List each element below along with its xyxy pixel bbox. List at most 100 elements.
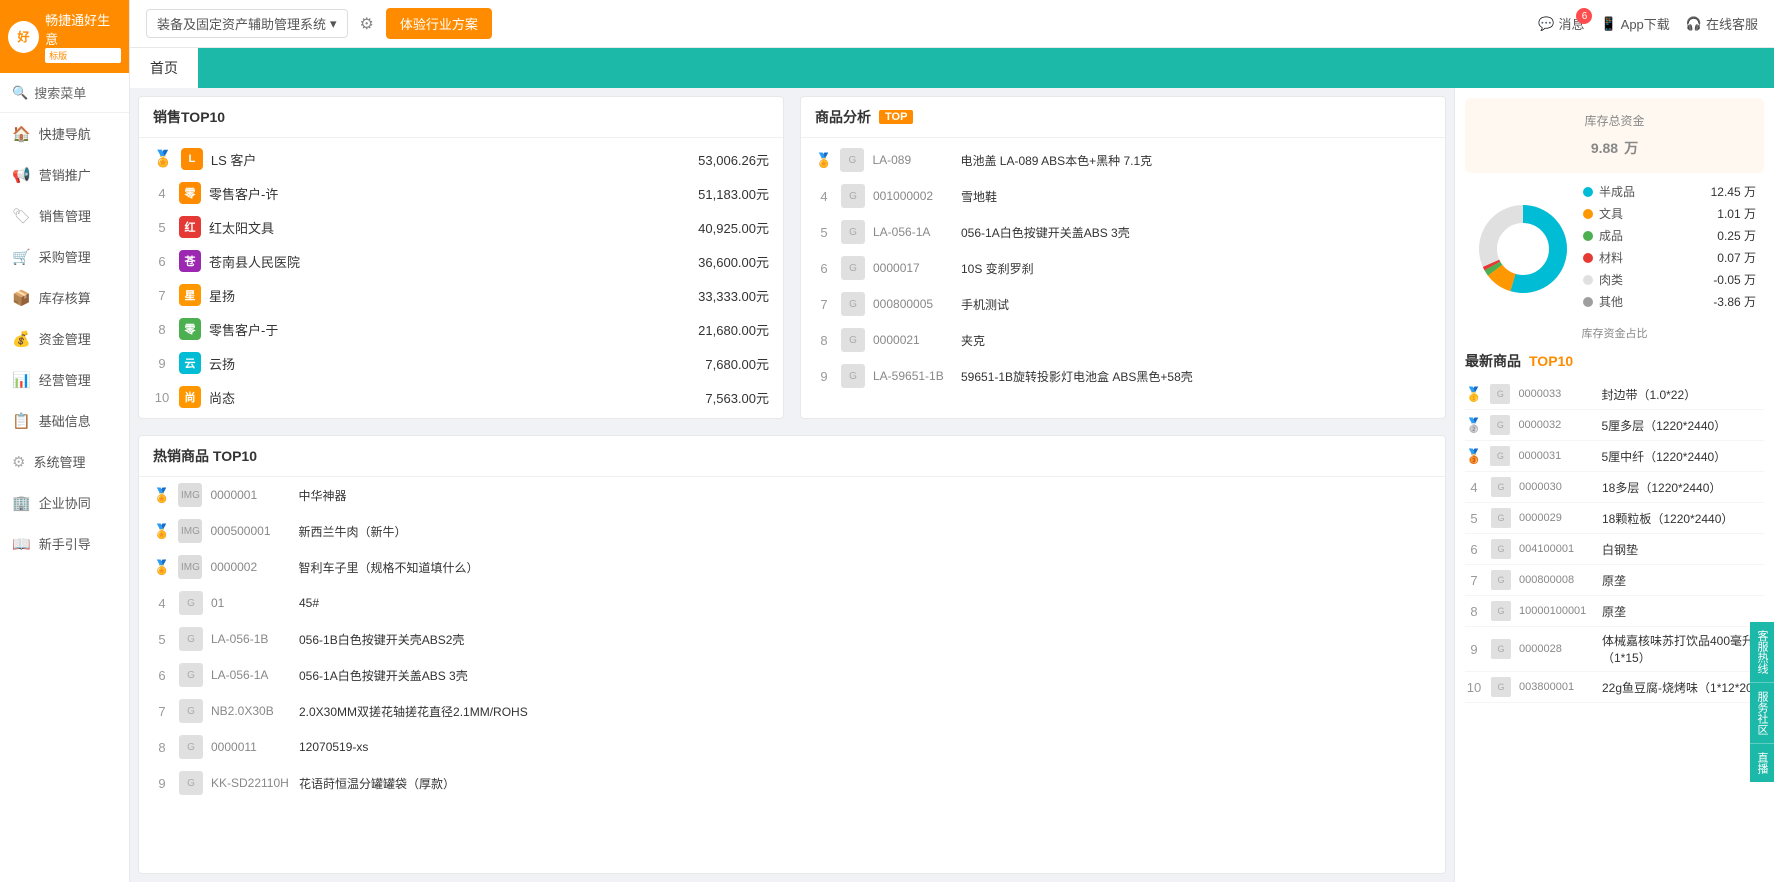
product-name: 45# bbox=[299, 596, 1431, 610]
tab-home[interactable]: 首页 bbox=[130, 48, 198, 88]
new-product-row: 🥉G00000315厘中纤（1220*2440） bbox=[1465, 441, 1764, 472]
sidebar-item-purchase[interactable]: 🛒采购管理 bbox=[0, 236, 129, 277]
customer-name: 零售客户-许 bbox=[209, 184, 690, 203]
legend-label: 材料 bbox=[1599, 249, 1711, 266]
legend-label: 肉类 bbox=[1599, 271, 1707, 288]
float-buttons: 客服热线服务社区直播 bbox=[1750, 622, 1774, 782]
customer-panel-header: 销售TOP10 bbox=[139, 97, 783, 138]
message-icon: 💬 bbox=[1538, 16, 1554, 32]
product-code: 000500001 bbox=[210, 524, 290, 538]
new-product-thumb: G bbox=[1490, 446, 1510, 466]
customer-amount: 51,183.00元 bbox=[698, 184, 769, 203]
customer-amount: 53,006.26元 bbox=[698, 150, 769, 169]
legend-dot bbox=[1583, 275, 1593, 285]
app-download-label: App下载 bbox=[1621, 14, 1670, 33]
product-code: LA-089 bbox=[872, 153, 952, 167]
legend-value: -3.86 万 bbox=[1713, 293, 1756, 310]
hot-product-row: 4G0145# bbox=[139, 585, 1445, 621]
product-code: LA-59651-1B bbox=[873, 369, 953, 383]
rank-medal: 🏅 bbox=[153, 523, 170, 540]
legend-label: 成品 bbox=[1599, 227, 1711, 244]
online-service-button[interactable]: 🎧 在线客服 bbox=[1686, 14, 1758, 33]
new-product-code: 0000030 bbox=[1519, 481, 1594, 493]
product-thumb: G bbox=[841, 184, 865, 208]
message-button[interactable]: 💬 消息 6 bbox=[1538, 14, 1584, 33]
online-service-label: 在线客服 bbox=[1706, 14, 1758, 33]
search-menu-item[interactable]: 🔍 搜索菜单 bbox=[0, 73, 129, 113]
sidebar-item-sales[interactable]: 🏷销售管理 bbox=[0, 195, 129, 236]
sidebar-item-base[interactable]: 📋基础信息 bbox=[0, 400, 129, 441]
sidebar-item-cooperate[interactable]: 🏢企业协同 bbox=[0, 482, 129, 523]
hot-product-row: 🏅IMG000500001新西兰牛肉（新牛） bbox=[139, 513, 1445, 549]
legend-value: 12.45 万 bbox=[1711, 183, 1756, 200]
app-download-button[interactable]: 📱 App下载 bbox=[1600, 14, 1669, 33]
customer-row: 🏅LLS 客户53,006.26元 bbox=[139, 142, 783, 176]
hot-product-row: 7GNB2.0X30B2.0X30MM双搓花轴搓花直径2.1MM/ROHS bbox=[139, 693, 1445, 729]
sidebar-logo: 好 畅捷通好生意 标版 bbox=[0, 0, 129, 73]
new-product-name: 18颗粒板（1220*2440） bbox=[1602, 510, 1764, 527]
legend-item: 半成品12.45 万 bbox=[1583, 183, 1756, 200]
new-products-top-label: TOP10 bbox=[1529, 353, 1573, 369]
customer-amount: 36,600.00元 bbox=[698, 252, 769, 271]
rank-number: 9 bbox=[153, 776, 171, 791]
product-img: IMG bbox=[178, 519, 202, 543]
new-product-name: 原垄 bbox=[1602, 603, 1764, 620]
customer-name: 苍南县人民医院 bbox=[209, 252, 690, 271]
float-service-button[interactable]: 客服热线 bbox=[1750, 622, 1774, 683]
float-service-button[interactable]: 服务社区 bbox=[1750, 683, 1774, 744]
sidebar-item-inventory[interactable]: 📦库存核算 bbox=[0, 277, 129, 318]
new-product-code: 0000028 bbox=[1519, 643, 1594, 655]
new-product-name: 22g鱼豆腐-烧烤味（1*12*20） bbox=[1602, 679, 1764, 696]
product-thumb: G bbox=[841, 220, 865, 244]
product-name: 056-1B白色按键开关壳ABS2壳 bbox=[299, 631, 1431, 648]
product-thumb: G bbox=[179, 591, 203, 615]
sidebar-item-quick[interactable]: 🏠快捷导航 bbox=[0, 113, 129, 154]
rank-medal: 🏅 bbox=[153, 559, 170, 576]
trial-button[interactable]: 体验行业方案 bbox=[386, 8, 492, 39]
hot-product-row: 9GKK-SD22110H花语莳恒温分罐罐袋（厚款） bbox=[139, 765, 1445, 801]
settings-icon[interactable]: ⚙ bbox=[360, 14, 374, 34]
float-service-button[interactable]: 直播 bbox=[1750, 744, 1774, 782]
new-product-row: 9G0000028体械嘉核味苏打饮品400毫升（1*15） bbox=[1465, 627, 1764, 672]
hot-products-header: 热销商品 TOP10 bbox=[139, 436, 1445, 477]
hot-products-title: 热销商品 TOP10 bbox=[153, 446, 257, 466]
customer-row: 7星星扬33,333.00元 bbox=[139, 278, 783, 312]
customer-name: 云扬 bbox=[209, 354, 697, 373]
product-thumb: G bbox=[841, 292, 865, 316]
new-product-name: 封边带（1.0*22） bbox=[1601, 386, 1764, 403]
new-products-list: 🥇G0000033封边带（1.0*22）🥈G00000325厘多层（1220*2… bbox=[1465, 379, 1764, 703]
sidebar-item-guide[interactable]: 📖新手引导 bbox=[0, 523, 129, 564]
new-product-code: 0000031 bbox=[1518, 450, 1593, 462]
sidebar-item-finance[interactable]: 💰资金管理 bbox=[0, 318, 129, 359]
customer-row: 8零零售客户-于21,680.00元 bbox=[139, 312, 783, 346]
new-products-label: 最新商品 bbox=[1465, 351, 1521, 371]
customer-panel-title: 销售TOP10 bbox=[153, 107, 225, 127]
product-name: 雪地鞋 bbox=[961, 188, 1431, 205]
customer-badge: 尚 bbox=[179, 386, 201, 408]
sidebar-item-system[interactable]: ⚙系统管理 bbox=[0, 441, 129, 482]
system-selector[interactable]: 装备及固定资产辅助管理系统 ▾ bbox=[146, 9, 348, 38]
new-product-thumb: G bbox=[1491, 508, 1511, 528]
rank-number: 6 bbox=[1465, 542, 1483, 557]
legend-item: 文具1.01 万 bbox=[1583, 205, 1756, 222]
sales-icon: 🏷 bbox=[12, 207, 31, 225]
sidebar-item-operation[interactable]: 📊经营管理 bbox=[0, 359, 129, 400]
rank-number: 9 bbox=[1465, 642, 1483, 657]
new-product-row: 🥈G00000325厘多层（1220*2440） bbox=[1465, 410, 1764, 441]
legend-label: 其他 bbox=[1599, 293, 1707, 310]
product-name: 056-1A白色按键开关盖ABS 3壳 bbox=[961, 224, 1431, 241]
new-product-thumb: G bbox=[1491, 477, 1511, 497]
product-thumb: G bbox=[841, 256, 865, 280]
legend-value: 0.25 万 bbox=[1717, 227, 1756, 244]
system-icon: ⚙ bbox=[12, 453, 25, 471]
product-name: 智利车子里（规格不知道填什么） bbox=[298, 559, 1431, 576]
customer-amount: 33,333.00元 bbox=[698, 286, 769, 305]
logo-badge: 标版 bbox=[45, 48, 121, 63]
product-analysis-title: 商品分析 bbox=[815, 107, 871, 127]
product-code: LA-056-1B bbox=[211, 632, 291, 646]
rank-number: 5 bbox=[153, 220, 171, 235]
product-analysis-row: 8G0000021夹克 bbox=[801, 322, 1445, 358]
base-icon: 📋 bbox=[12, 412, 31, 430]
customer-amount: 21,680.00元 bbox=[698, 320, 769, 339]
sidebar-item-marketing[interactable]: 📢营销推广 bbox=[0, 154, 129, 195]
